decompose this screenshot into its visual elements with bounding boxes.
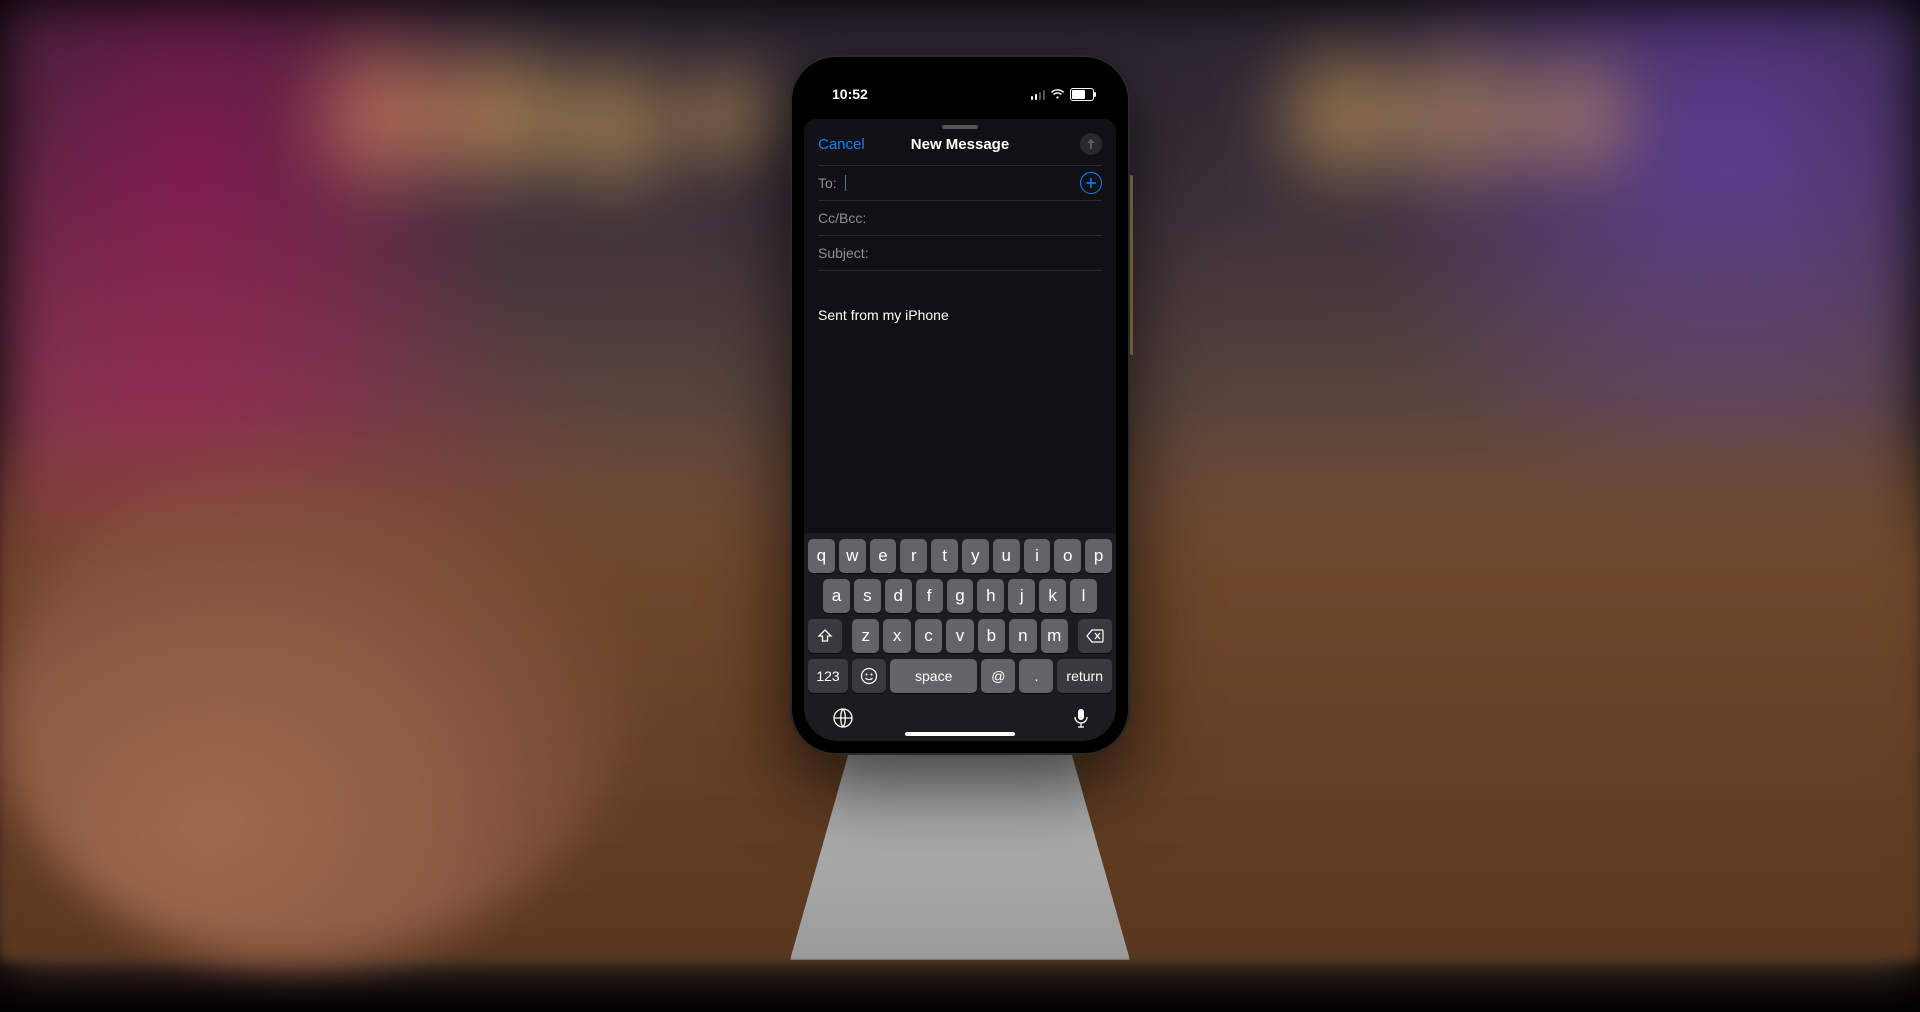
key-r[interactable]: r bbox=[900, 539, 927, 573]
emoji-icon bbox=[860, 667, 878, 685]
backspace-icon bbox=[1086, 629, 1104, 643]
key-s[interactable]: s bbox=[854, 579, 881, 613]
keyboard-footer bbox=[808, 699, 1112, 735]
key-u[interactable]: u bbox=[993, 539, 1020, 573]
iphone-device: 10:52 Cancel New Message To: bbox=[790, 55, 1130, 755]
battery-icon bbox=[1070, 88, 1094, 101]
globe-icon[interactable] bbox=[832, 707, 854, 729]
dot-key[interactable]: . bbox=[1019, 659, 1053, 693]
key-c[interactable]: c bbox=[915, 619, 942, 653]
text-cursor bbox=[845, 175, 847, 191]
keyboard-row-2: asdfghjkl bbox=[808, 579, 1112, 613]
key-h[interactable]: h bbox=[977, 579, 1004, 613]
keyboard: qwertyuiop asdfghjkl zxcvbnm 123 bbox=[804, 533, 1116, 741]
key-t[interactable]: t bbox=[931, 539, 958, 573]
shift-key[interactable] bbox=[808, 619, 842, 653]
keyboard-row-3: zxcvbnm bbox=[808, 619, 1112, 653]
keyboard-row-1: qwertyuiop bbox=[808, 539, 1112, 573]
send-button[interactable] bbox=[1080, 133, 1102, 155]
at-key[interactable]: @ bbox=[981, 659, 1015, 693]
cellular-signal-icon bbox=[1031, 89, 1046, 100]
key-y[interactable]: y bbox=[962, 539, 989, 573]
key-j[interactable]: j bbox=[1008, 579, 1035, 613]
cc-bcc-field[interactable]: Cc/Bcc: bbox=[818, 201, 1102, 236]
key-e[interactable]: e bbox=[870, 539, 897, 573]
cancel-button[interactable]: Cancel bbox=[818, 136, 865, 153]
dictation-icon[interactable] bbox=[1074, 708, 1088, 728]
key-d[interactable]: d bbox=[885, 579, 912, 613]
key-v[interactable]: v bbox=[946, 619, 973, 653]
backspace-key[interactable] bbox=[1078, 619, 1112, 653]
phone-side-button bbox=[1130, 175, 1133, 355]
subject-label: Subject: bbox=[818, 245, 869, 261]
status-icons bbox=[1031, 88, 1095, 101]
compose-fields: To: Cc/Bcc: Subject: bbox=[804, 165, 1116, 271]
add-contact-button[interactable] bbox=[1080, 172, 1102, 194]
key-b[interactable]: b bbox=[978, 619, 1005, 653]
key-f[interactable]: f bbox=[916, 579, 943, 613]
to-field[interactable]: To: bbox=[818, 165, 1102, 201]
key-z[interactable]: z bbox=[852, 619, 879, 653]
message-body[interactable]: Sent from my iPhone bbox=[804, 271, 1116, 323]
key-o[interactable]: o bbox=[1054, 539, 1081, 573]
arrow-up-icon bbox=[1085, 138, 1097, 150]
key-x[interactable]: x bbox=[883, 619, 910, 653]
subject-field[interactable]: Subject: bbox=[818, 236, 1102, 271]
compose-sheet: Cancel New Message To: Cc/Bcc: bbox=[804, 119, 1116, 741]
key-l[interactable]: l bbox=[1070, 579, 1097, 613]
status-time: 10:52 bbox=[832, 86, 868, 102]
key-i[interactable]: i bbox=[1024, 539, 1051, 573]
shift-icon bbox=[817, 628, 833, 644]
wifi-icon bbox=[1050, 89, 1065, 100]
key-p[interactable]: p bbox=[1085, 539, 1112, 573]
phone-screen: 10:52 Cancel New Message To: bbox=[804, 69, 1116, 741]
sheet-header: Cancel New Message bbox=[804, 129, 1116, 165]
space-key[interactable]: space bbox=[890, 659, 977, 693]
key-k[interactable]: k bbox=[1039, 579, 1066, 613]
home-indicator[interactable] bbox=[905, 732, 1015, 736]
keyboard-row-4: 123 space @ . return bbox=[808, 659, 1112, 693]
key-m[interactable]: m bbox=[1041, 619, 1068, 653]
plus-icon bbox=[1086, 178, 1096, 188]
return-key[interactable]: return bbox=[1057, 659, 1112, 693]
signature-text: Sent from my iPhone bbox=[818, 307, 949, 323]
key-g[interactable]: g bbox=[947, 579, 974, 613]
key-q[interactable]: q bbox=[808, 539, 835, 573]
key-w[interactable]: w bbox=[839, 539, 866, 573]
emoji-key[interactable] bbox=[852, 659, 886, 693]
key-a[interactable]: a bbox=[823, 579, 850, 613]
numbers-key[interactable]: 123 bbox=[808, 659, 848, 693]
key-n[interactable]: n bbox=[1009, 619, 1036, 653]
to-label: To: bbox=[818, 175, 837, 191]
cc-bcc-label: Cc/Bcc: bbox=[818, 210, 866, 226]
phone-notch bbox=[885, 69, 1035, 93]
